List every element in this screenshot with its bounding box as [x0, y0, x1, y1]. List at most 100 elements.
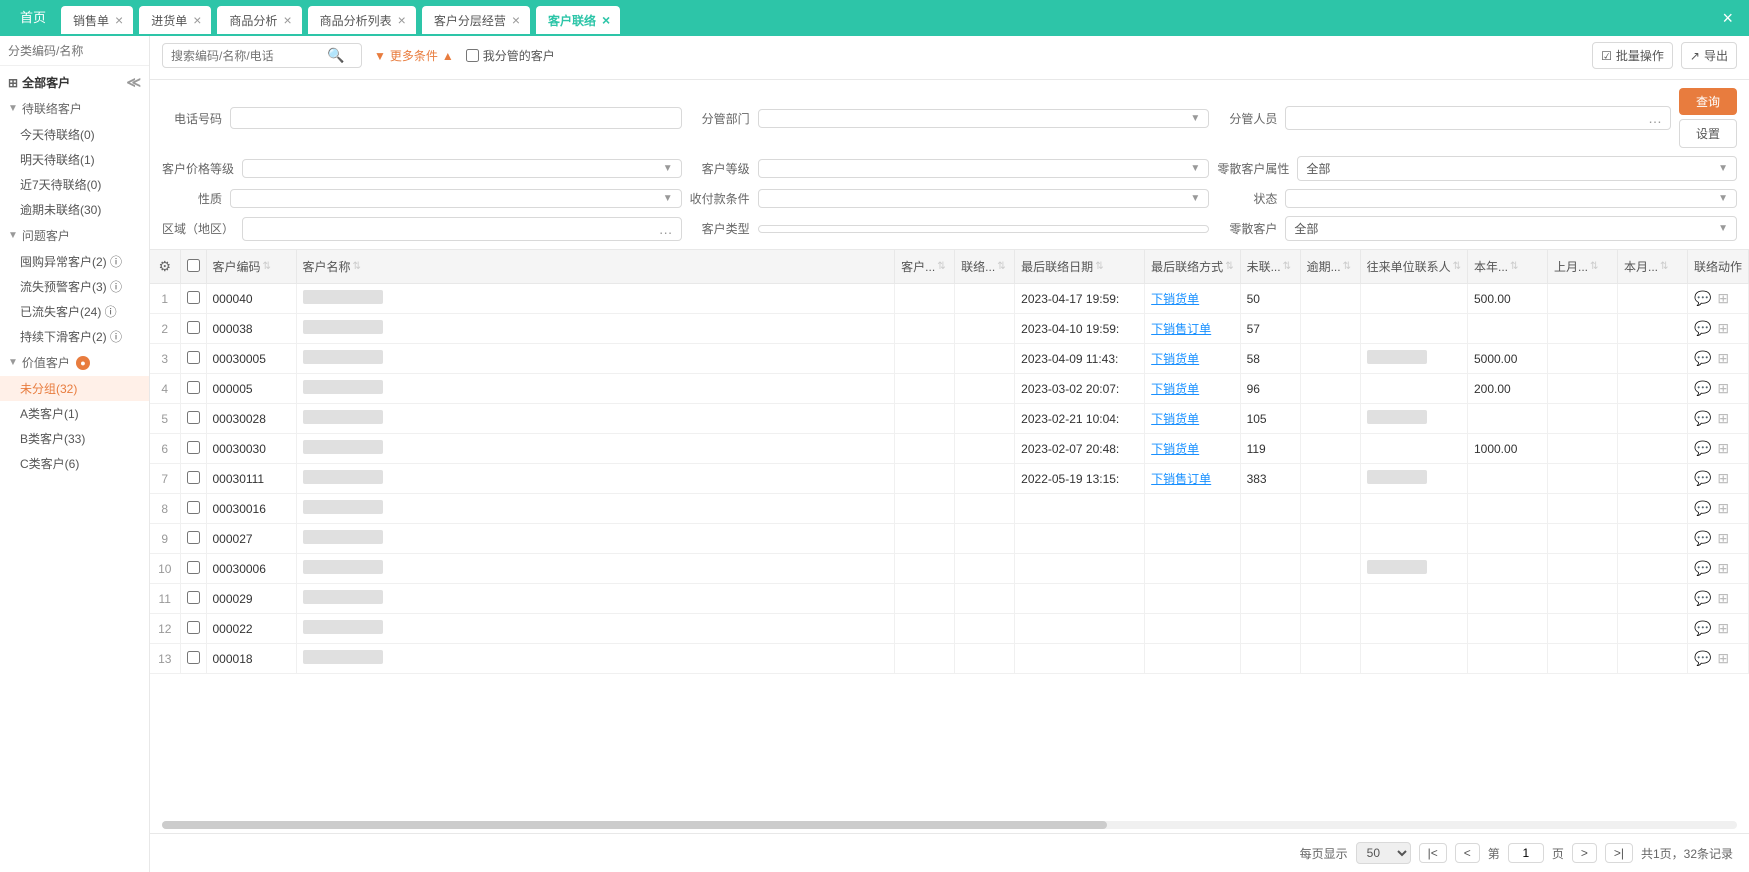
export-button[interactable]: ↗ 导出: [1681, 42, 1737, 69]
grid-action-icon[interactable]: ⊞: [1717, 290, 1729, 307]
filter-retail-customer-select[interactable]: 全部 ▼: [1285, 216, 1737, 241]
comment-icon[interactable]: 💬: [1694, 290, 1711, 307]
row-last-way[interactable]: 下销货单: [1145, 344, 1240, 374]
sidebar-item-a-class[interactable]: A类客户(1): [0, 401, 149, 426]
collapse-icon[interactable]: ≪: [126, 74, 141, 91]
last-way-link[interactable]: 下销货单: [1151, 292, 1199, 306]
grid-action-icon[interactable]: ⊞: [1717, 320, 1729, 337]
tab-purchase-order[interactable]: 进货单 ×: [139, 6, 211, 34]
row-checkbox[interactable]: [187, 531, 200, 544]
sidebar-item-today[interactable]: 今天待联络(0): [0, 122, 149, 147]
sidebar-item-churn-warning[interactable]: 流失预警客户(3) ⓘ: [0, 274, 149, 299]
sort-icon[interactable]: ⇅: [937, 261, 945, 272]
grid-action-icon[interactable]: ⊞: [1717, 470, 1729, 487]
sidebar-item-7days[interactable]: 近7天待联络(0): [0, 172, 149, 197]
row-last-way[interactable]: [1145, 584, 1240, 614]
row-check[interactable]: [180, 494, 206, 524]
row-name[interactable]: [296, 524, 895, 554]
close-icon[interactable]: ×: [602, 13, 610, 27]
sidebar-item-b-class[interactable]: B类客户(33): [0, 426, 149, 451]
more-conditions-button[interactable]: ▼ 更多条件 ▲: [374, 47, 454, 64]
row-check[interactable]: [180, 404, 206, 434]
sort-icon[interactable]: ⇅: [1590, 261, 1598, 272]
tab-home[interactable]: 首页: [8, 0, 58, 36]
sort-icon[interactable]: ⇅: [353, 261, 361, 272]
grid-action-icon[interactable]: ⊞: [1717, 380, 1729, 397]
comment-icon[interactable]: 💬: [1694, 500, 1711, 517]
sidebar-item-tomorrow[interactable]: 明天待联络(1): [0, 147, 149, 172]
ellipsis-icon[interactable]: …: [659, 221, 673, 237]
search-icon[interactable]: 🔍: [327, 47, 344, 64]
prev-page-button[interactable]: <: [1455, 843, 1480, 863]
sidebar-section-pending[interactable]: ▼ 待联络客户: [0, 95, 149, 122]
comment-icon[interactable]: 💬: [1694, 320, 1711, 337]
comment-icon[interactable]: 💬: [1694, 350, 1711, 367]
sidebar-search-input[interactable]: [8, 44, 150, 58]
row-name[interactable]: [296, 344, 895, 374]
row-check[interactable]: [180, 524, 206, 554]
filter-price-level-select[interactable]: ▼: [242, 159, 682, 178]
grid-action-icon[interactable]: ⊞: [1717, 350, 1729, 367]
row-checkbox[interactable]: [187, 561, 200, 574]
last-way-link[interactable]: 下销售订单: [1151, 472, 1211, 486]
sidebar-item-hoarding[interactable]: 囤购异常客户(2) ⓘ: [0, 249, 149, 274]
tab-customer-segment[interactable]: 客户分层经营 ×: [422, 6, 530, 34]
row-check[interactable]: [180, 464, 206, 494]
close-icon[interactable]: ×: [398, 13, 406, 27]
last-way-link[interactable]: 下销货单: [1151, 352, 1199, 366]
filter-status-select[interactable]: ▼: [1285, 189, 1737, 208]
tab-customer-contact[interactable]: 客户联络 ×: [536, 6, 620, 34]
comment-icon[interactable]: 💬: [1694, 440, 1711, 457]
row-checkbox[interactable]: [187, 291, 200, 304]
page-input[interactable]: [1508, 843, 1544, 863]
sidebar-item-c-class[interactable]: C类客户(6): [0, 451, 149, 476]
comment-icon[interactable]: 💬: [1694, 590, 1711, 607]
first-page-button[interactable]: |<: [1419, 843, 1447, 863]
row-checkbox[interactable]: [187, 471, 200, 484]
sort-icon[interactable]: ⇅: [1343, 261, 1351, 272]
grid-action-icon[interactable]: ⊞: [1717, 440, 1729, 457]
comment-icon[interactable]: 💬: [1694, 470, 1711, 487]
my-customers-checkbox[interactable]: 我分管的客户: [466, 47, 555, 64]
comment-icon[interactable]: 💬: [1694, 410, 1711, 427]
filter-payment-select[interactable]: ▼: [758, 189, 1210, 208]
close-icon[interactable]: ×: [512, 13, 520, 27]
comment-icon[interactable]: 💬: [1694, 620, 1711, 637]
row-last-way[interactable]: [1145, 554, 1240, 584]
filter-retail-attr-select[interactable]: 全部 ▼: [1297, 156, 1737, 181]
row-name[interactable]: [296, 494, 895, 524]
row-last-way[interactable]: 下销货单: [1145, 284, 1240, 314]
settings-icon[interactable]: ⚙: [158, 258, 171, 274]
query-button[interactable]: 查询: [1679, 88, 1737, 115]
row-last-way[interactable]: [1145, 494, 1240, 524]
row-last-way[interactable]: 下销货单: [1145, 374, 1240, 404]
grid-action-icon[interactable]: ⊞: [1717, 650, 1729, 667]
per-page-select[interactable]: 50 100: [1356, 842, 1411, 864]
horizontal-scrollbar[interactable]: [150, 817, 1749, 833]
sort-icon[interactable]: ⇅: [263, 261, 271, 272]
row-checkbox[interactable]: [187, 411, 200, 424]
row-checkbox[interactable]: [187, 621, 200, 634]
close-icon[interactable]: ×: [283, 13, 291, 27]
next-page-button[interactable]: >: [1572, 843, 1597, 863]
row-check[interactable]: [180, 284, 206, 314]
row-name[interactable]: [296, 584, 895, 614]
row-name[interactable]: [296, 314, 895, 344]
my-customers-check[interactable]: [466, 49, 479, 62]
row-name[interactable]: [296, 284, 895, 314]
row-last-way[interactable]: 下销售订单: [1145, 464, 1240, 494]
grid-action-icon[interactable]: ⊞: [1717, 560, 1729, 577]
row-name[interactable]: [296, 374, 895, 404]
filter-customer-type-select[interactable]: [758, 225, 1210, 233]
row-name[interactable]: [296, 644, 895, 674]
filter-nature-select[interactable]: ▼: [230, 189, 682, 208]
row-last-way[interactable]: 下销货单: [1145, 434, 1240, 464]
grid-action-icon[interactable]: ⊞: [1717, 500, 1729, 517]
grid-action-icon[interactable]: ⊞: [1717, 620, 1729, 637]
filter-dept-select[interactable]: ▼: [758, 109, 1210, 128]
filter-phone-input[interactable]: [230, 107, 682, 129]
row-check[interactable]: [180, 644, 206, 674]
select-all-checkbox[interactable]: [187, 259, 200, 272]
grid-action-icon[interactable]: ⊞: [1717, 410, 1729, 427]
sort-icon[interactable]: ⇅: [1453, 261, 1461, 272]
